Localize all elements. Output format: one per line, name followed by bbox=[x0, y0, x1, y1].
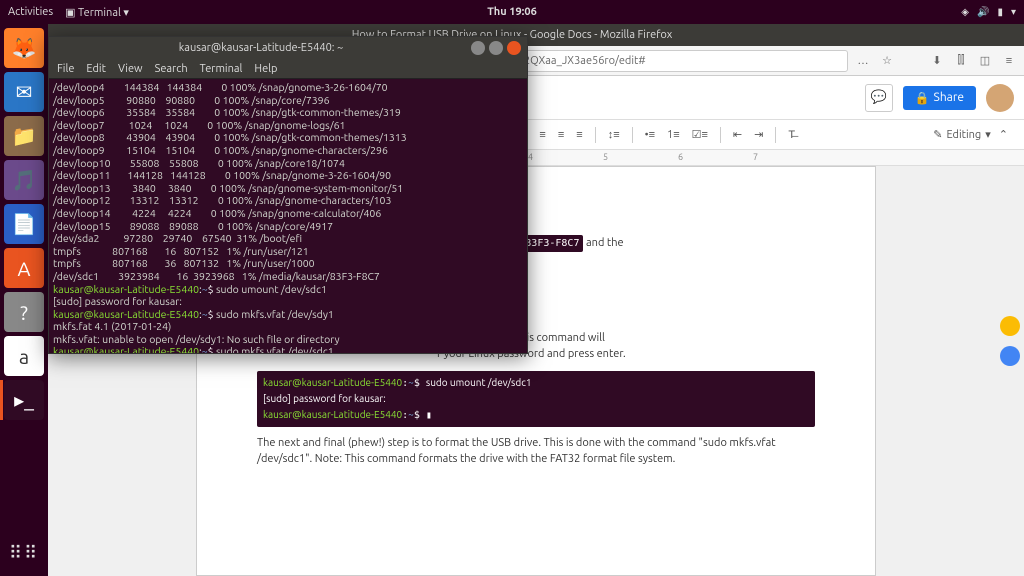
dock-files[interactable]: 📁 bbox=[4, 116, 44, 156]
dock-rhythmbox[interactable]: 🎵 bbox=[4, 160, 44, 200]
dock-help[interactable]: ? bbox=[4, 292, 44, 332]
terminal-menubar: File Edit View Search Terminal Help bbox=[49, 59, 527, 79]
downloads-icon[interactable]: ⬇ bbox=[928, 54, 946, 67]
sidebar-icon[interactable]: ◫ bbox=[976, 54, 994, 67]
menu-view[interactable]: View bbox=[118, 63, 143, 75]
clear-format-icon[interactable]: T̶ bbox=[784, 127, 799, 143]
close-icon[interactable] bbox=[507, 41, 521, 55]
align-center-icon[interactable]: ≡ bbox=[535, 127, 549, 143]
power-icon: ▾ bbox=[1011, 6, 1016, 18]
address-bar[interactable]: kabYl2QXaa_JX3ae56ro/edit# bbox=[490, 50, 848, 72]
bulleted-list-icon[interactable]: •≡ bbox=[641, 127, 659, 143]
app-menu-label: Terminal bbox=[78, 7, 121, 19]
indent-left-icon[interactable]: ⇤ bbox=[729, 126, 746, 143]
terminal-titlebar[interactable]: kausar@kausar-Latitude-E5440: ~ bbox=[49, 37, 527, 59]
doc-text: and the bbox=[583, 237, 623, 249]
align-justify-icon[interactable]: ≡ bbox=[572, 127, 586, 143]
code-block: kausar@kausar-Latitude-E5440:~$ sudo umo… bbox=[257, 371, 815, 427]
editing-label: Editing bbox=[946, 129, 981, 141]
line-spacing-icon[interactable]: ↕≡ bbox=[604, 127, 624, 143]
dock-amazon[interactable]: a bbox=[4, 336, 44, 376]
terminal-title: kausar@kausar-Latitude-E5440: ~ bbox=[55, 42, 467, 54]
keep-icon[interactable] bbox=[1000, 316, 1020, 336]
checklist-icon[interactable]: ☑≡ bbox=[688, 126, 712, 143]
dock-firefox[interactable]: 🦊 bbox=[4, 28, 44, 68]
indent-right-icon[interactable]: ⇥ bbox=[750, 126, 767, 143]
align-right-icon[interactable]: ≡ bbox=[554, 127, 568, 143]
menu-edit[interactable]: Edit bbox=[86, 63, 106, 75]
dock-software[interactable]: A bbox=[4, 248, 44, 288]
dock-thunderbird[interactable]: ✉ bbox=[4, 72, 44, 112]
right-sidebar bbox=[996, 316, 1024, 366]
dock: 🦊 ✉ 📁 🎵 📄 A ? a ▸_ ⠿⠿ bbox=[0, 24, 48, 576]
maximize-icon[interactable] bbox=[489, 41, 503, 55]
dock-apps-grid[interactable]: ⠿⠿ bbox=[9, 543, 39, 564]
comments-icon[interactable]: 💬 bbox=[865, 84, 893, 112]
battery-icon: ▮ bbox=[997, 6, 1003, 18]
menu-icon[interactable]: ≡ bbox=[1000, 55, 1018, 67]
library-icon[interactable]: ⫿⫿ bbox=[952, 54, 970, 67]
numbered-list-icon[interactable]: 1≡ bbox=[663, 127, 684, 143]
status-area[interactable]: ◈ 🔊 ▮ ▾ bbox=[961, 6, 1016, 18]
menu-terminal[interactable]: Terminal bbox=[200, 63, 243, 75]
dock-terminal[interactable]: ▸_ bbox=[4, 380, 44, 420]
chevron-up-icon[interactable]: ⌃ bbox=[995, 126, 1012, 143]
mode-switcher[interactable]: ✎ Editing ▾ bbox=[933, 128, 991, 141]
doc-paragraph: The next and final (phew!) step is to fo… bbox=[257, 435, 815, 468]
gnome-topbar: Activities ▣ Terminal ▾ Thu 19:06 ◈ 🔊 ▮ … bbox=[0, 0, 1024, 24]
terminal-output[interactable]: /dev/loop4 144384 144384 0 100% /snap/gn… bbox=[49, 79, 527, 353]
share-label: Share bbox=[934, 91, 964, 104]
terminal-window: kausar@kausar-Latitude-E5440: ~ File Edi… bbox=[48, 36, 528, 354]
account-avatar[interactable] bbox=[986, 84, 1014, 112]
clock[interactable]: Thu 19:06 bbox=[487, 6, 537, 18]
app-menu[interactable]: ▣ Terminal ▾ bbox=[65, 6, 129, 19]
share-button[interactable]: 🔒 Share bbox=[903, 86, 976, 110]
menu-help[interactable]: Help bbox=[254, 63, 277, 75]
bookmark-star-icon[interactable]: ☆ bbox=[878, 54, 896, 67]
tasks-icon[interactable] bbox=[1000, 346, 1020, 366]
dock-writer[interactable]: 📄 bbox=[4, 204, 44, 244]
minimize-icon[interactable] bbox=[471, 41, 485, 55]
menu-search[interactable]: Search bbox=[155, 63, 188, 75]
network-icon: ◈ bbox=[961, 6, 969, 18]
page-actions-icon[interactable]: … bbox=[854, 55, 872, 67]
menu-file[interactable]: File bbox=[57, 63, 74, 75]
volume-icon: 🔊 bbox=[977, 6, 989, 18]
activities-button[interactable]: Activities bbox=[8, 6, 53, 19]
